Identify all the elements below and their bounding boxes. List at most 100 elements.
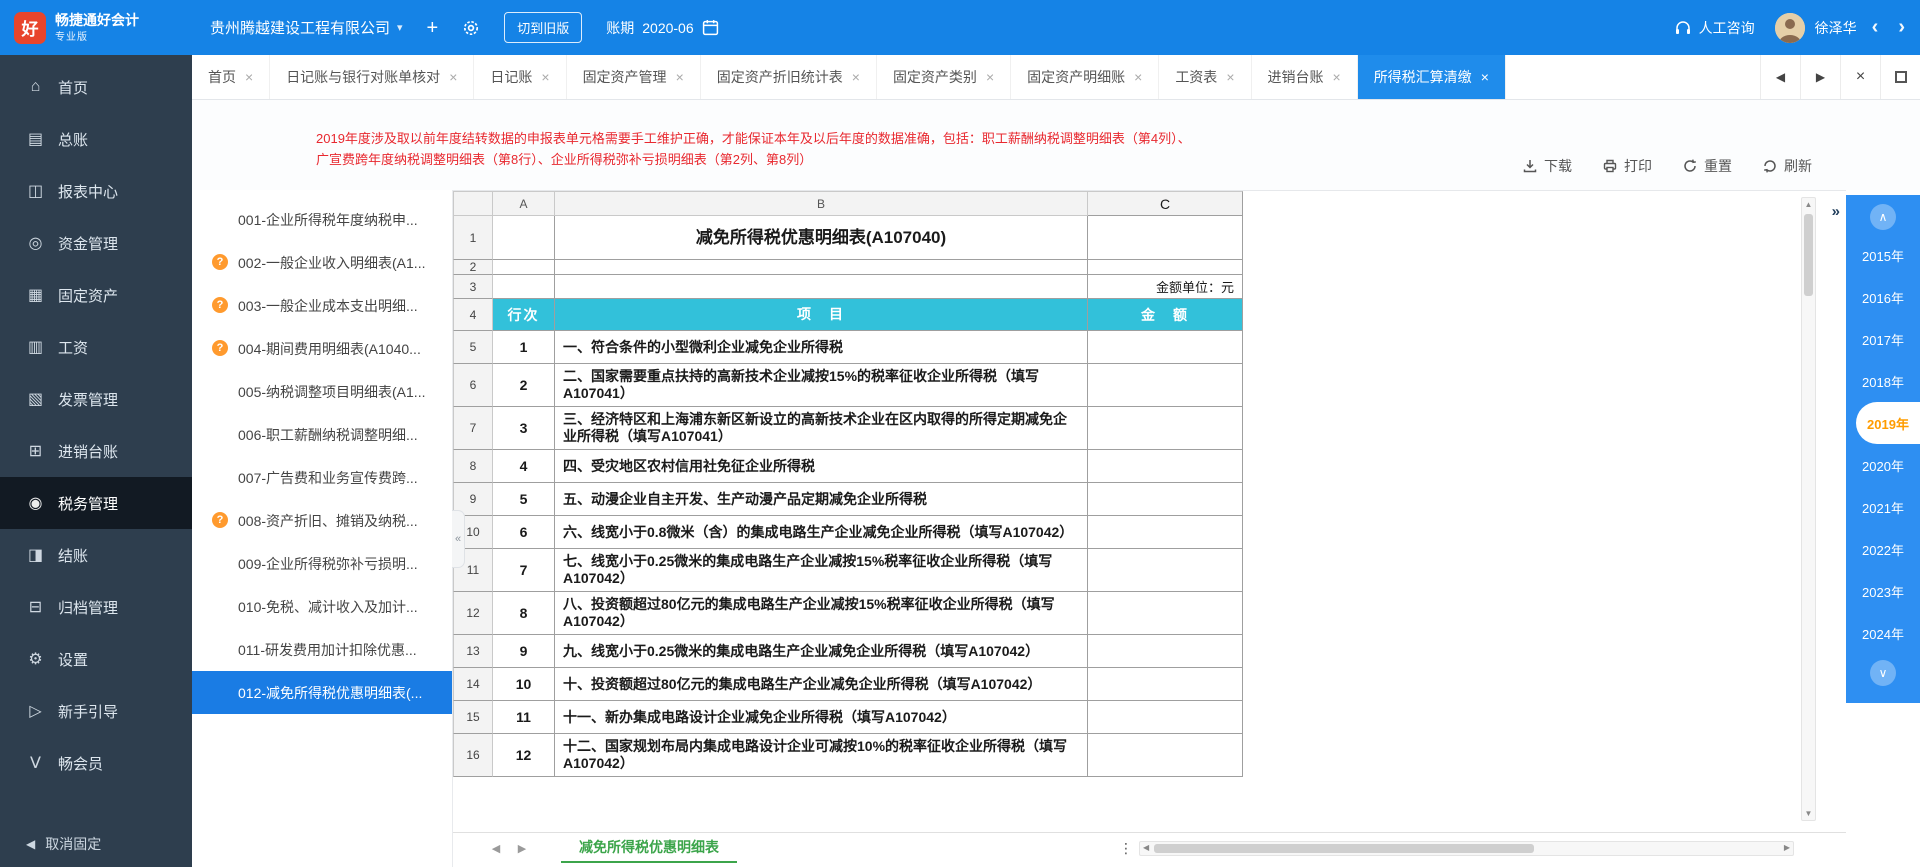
line-number-cell[interactable]: 10 [493,668,555,701]
line-number-cell[interactable]: 6 [493,516,555,549]
column-header-b[interactable]: B [555,191,1088,216]
tab[interactable]: 固定资产类别 × [877,55,1012,99]
row-number-cell[interactable]: 7 [453,407,493,450]
tab[interactable]: 日记账 × [474,55,567,99]
scroll-right-icon[interactable]: ▶ [1784,843,1790,852]
row-number-cell[interactable]: 6 [453,364,493,407]
line-number-cell[interactable]: 11 [493,701,555,734]
sheet-tab-prev-button[interactable]: ◀ [483,842,509,855]
amount-cell[interactable] [1088,260,1243,275]
sidebar-item[interactable]: ◉ 税务管理 [0,477,192,529]
item-cell[interactable] [555,275,1088,299]
line-number-cell[interactable]: 12 [493,734,555,777]
item-cell[interactable]: 一、符合条件的小型微利企业减免企业所得税 [555,331,1088,364]
vertical-scrollbar-thumb[interactable] [1804,214,1813,296]
scroll-up-icon[interactable]: ▲ [1802,200,1815,209]
sidebar-item[interactable]: ▥ 工资 [0,321,192,373]
year-item[interactable]: 2020年 [1846,444,1920,486]
line-number-cell[interactable]: 9 [493,635,555,668]
scroll-down-icon[interactable]: ▼ [1802,809,1815,818]
tab-scroll-right-button[interactable]: ▶ [1800,55,1840,99]
company-selector[interactable]: 贵州腾越建设工程有限公司 ▾ [210,17,403,38]
sheet-tab-active[interactable]: 减免所得税优惠明细表 [561,833,737,863]
sidebar-item[interactable]: ⊟ 归档管理 [0,581,192,633]
chevron-left-icon[interactable]: ‹ [1867,16,1884,39]
add-button[interactable]: + [427,18,439,38]
tab[interactable]: 工资表 × [1159,55,1252,99]
sidebar-item[interactable]: ▦ 固定资产 [0,269,192,321]
amount-cell[interactable] [1088,331,1243,364]
switch-to-old-version-button[interactable]: 切到旧版 [504,12,583,43]
vertical-scrollbar[interactable]: ▲ ▼ [1801,197,1816,821]
amount-cell[interactable] [1088,407,1243,450]
year-item[interactable]: 2017年 [1846,318,1920,360]
close-icon[interactable]: × [852,69,860,85]
amount-cell[interactable] [1088,701,1243,734]
avatar[interactable] [1774,12,1805,43]
sidebar-item[interactable]: ▷ 新手引导 [0,685,192,737]
report-list-item[interactable]: ? 009-企业所得税弥补亏损明... [192,542,452,585]
column-header-a[interactable]: A [493,191,555,216]
item-cell[interactable]: 七、线宽小于0.25微米的集成电路生产企业减按15%税率征收企业所得税（填写A1… [555,549,1088,592]
horizontal-scrollbar-thumb[interactable] [1154,843,1534,853]
item-cell[interactable]: 八、投资额超过80亿元的集成电路生产企业减按15%税率征收企业所得税（填写A10… [555,592,1088,635]
tab[interactable]: 进销台账 × [1252,55,1358,99]
row-number-cell[interactable]: 14 [453,668,493,701]
help-icon[interactable]: ? [212,340,228,356]
close-icon[interactable]: × [1481,69,1489,85]
column-header-c[interactable]: C [1088,191,1243,216]
amount-cell[interactable] [1088,216,1243,260]
help-icon[interactable]: ? [212,254,228,270]
year-item[interactable]: 2016年 [1846,276,1920,318]
row-number-cell[interactable]: 1 [453,216,493,260]
more-options-icon[interactable]: ⋮ [1115,840,1137,857]
row-number-cell[interactable]: 3 [453,275,493,299]
sidebar-item[interactable]: ⚙ 设置 [0,633,192,685]
line-number-cell[interactable] [493,275,555,299]
reset-button[interactable]: 重置 [1682,156,1732,176]
row-number-cell[interactable]: 13 [453,635,493,668]
report-list-item[interactable]: ? 002-一般企业收入明细表(A1... [192,241,452,284]
close-icon[interactable]: × [449,69,457,85]
expand-panel-button[interactable]: » [1832,203,1840,220]
download-button[interactable]: 下载 [1522,156,1572,176]
settings-button[interactable] [462,19,480,37]
tab-scroll-left-button[interactable]: ◀ [1760,55,1800,99]
sidebar-item[interactable]: ⊞ 进销台账 [0,425,192,477]
amount-cell[interactable] [1088,592,1243,635]
amount-cell[interactable] [1088,549,1243,592]
row-number-cell[interactable]: 12 [453,592,493,635]
year-item[interactable]: 2021年 [1846,486,1920,528]
row-number-cell[interactable]: 15 [453,701,493,734]
support-link[interactable]: 人工咨询 [1674,18,1755,38]
refresh-button[interactable]: 刷新 [1762,156,1812,176]
tab[interactable]: 固定资产明细账 × [1011,55,1160,99]
row-number-cell[interactable]: 5 [453,331,493,364]
amount-cell[interactable] [1088,668,1243,701]
scroll-left-icon[interactable]: ◀ [1143,843,1149,852]
amount-cell[interactable] [1088,364,1243,407]
line-number-cell[interactable] [493,216,555,260]
line-number-cell[interactable]: 2 [493,364,555,407]
user-name[interactable]: 徐泽华 [1815,18,1857,38]
amount-cell[interactable] [1088,516,1243,549]
report-list-item[interactable]: ? 010-免税、减计收入及加计... [192,585,452,628]
line-number-cell[interactable]: 4 [493,450,555,483]
close-icon[interactable]: × [1226,69,1234,85]
close-icon[interactable]: × [541,69,549,85]
sidebar-item[interactable]: ▤ 总账 [0,113,192,165]
report-list-item[interactable]: ? 004-期间费用明细表(A1040... [192,327,452,370]
period-value[interactable]: 2020-06 [642,20,693,36]
sidebar-item[interactable]: Ⅴ 畅会员 [0,737,192,789]
help-icon[interactable]: ? [212,512,228,528]
close-icon[interactable]: × [986,69,994,85]
year-item[interactable]: 2015年 [1846,234,1920,276]
close-icon[interactable]: × [245,69,253,85]
row-number-cell[interactable]: 4 [453,299,493,331]
report-list-item[interactable]: ? 001-企业所得税年度纳税申... [192,198,452,241]
item-cell[interactable]: 项 目 [555,299,1088,331]
tab[interactable]: 所得税汇算清缴 × [1357,55,1506,99]
unpin-sidebar-button[interactable]: ◀ 取消固定 [0,821,192,867]
year-item[interactable]: 2022年 [1846,528,1920,570]
line-number-cell[interactable]: 7 [493,549,555,592]
